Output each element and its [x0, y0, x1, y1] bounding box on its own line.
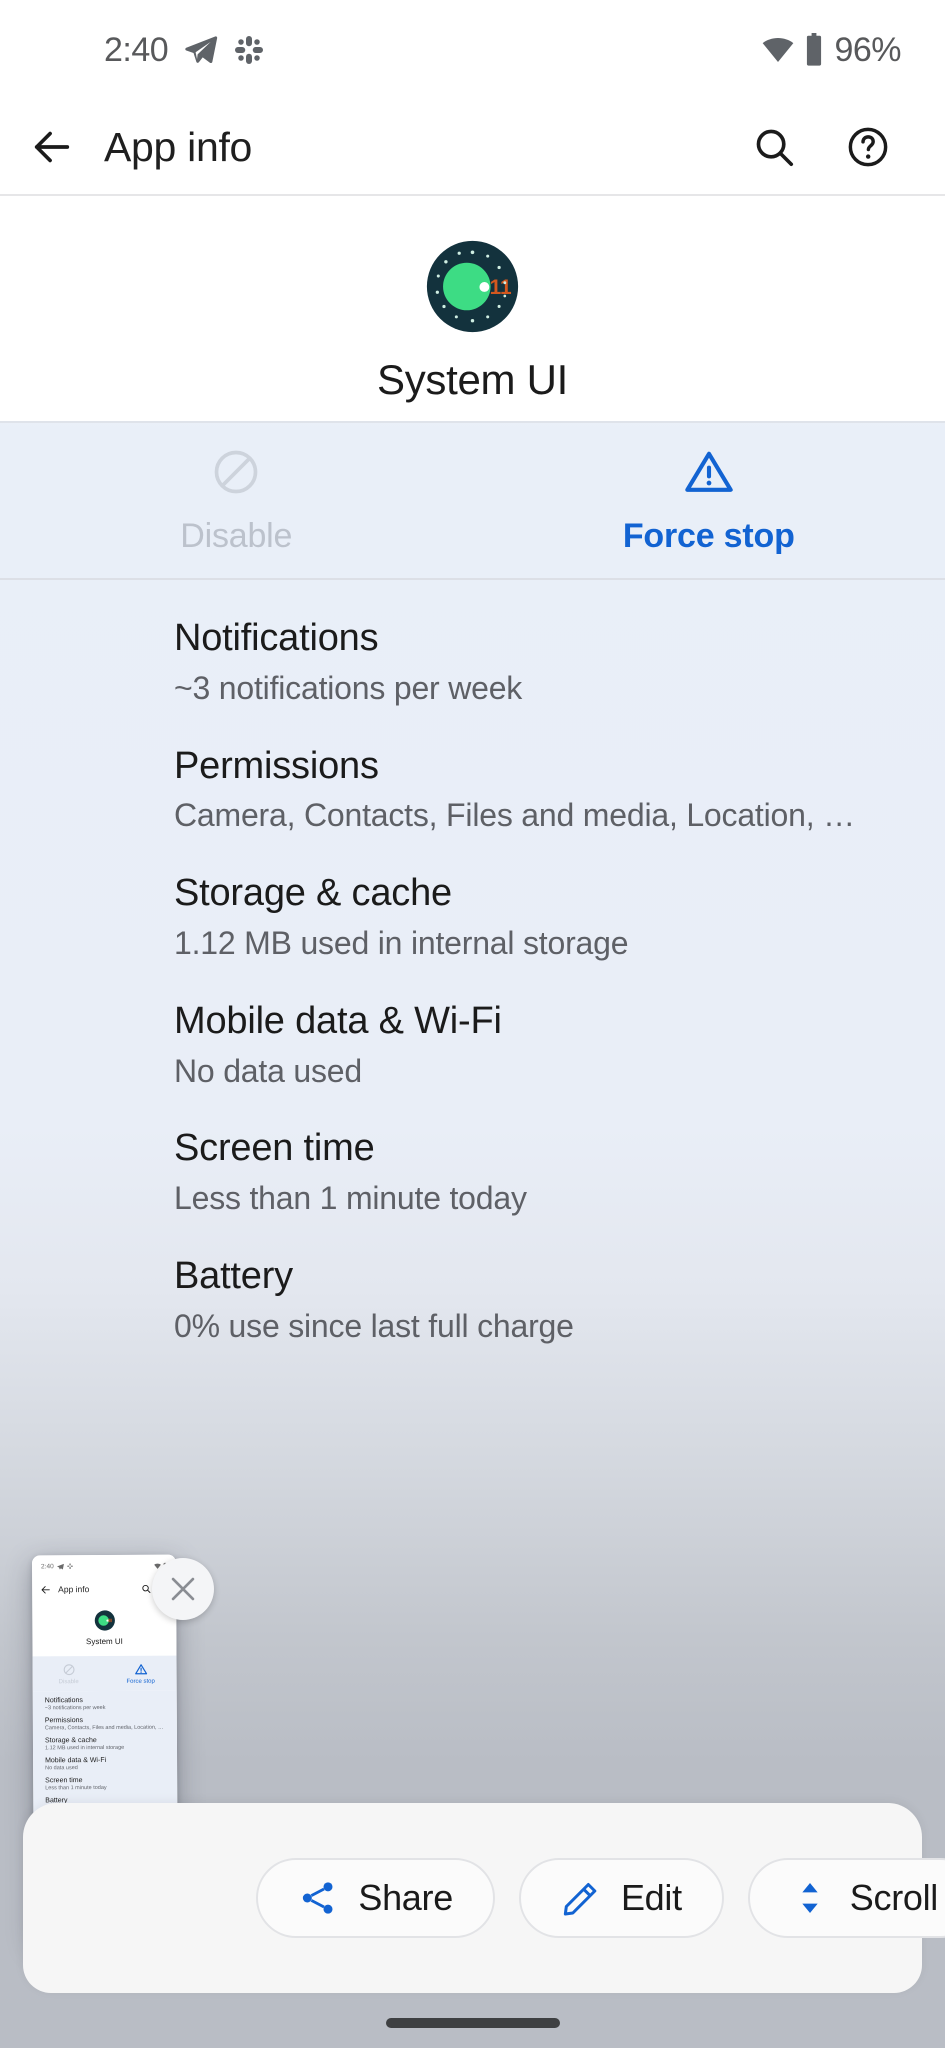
preview-list-item: Notifications ~3 notifications per week [33, 1691, 177, 1712]
list-item-title: Battery [174, 1254, 293, 1297]
back-arrow-icon [34, 131, 70, 163]
slack-icon [66, 1563, 73, 1569]
disable-button[interactable]: Disable [0, 423, 473, 578]
list-item-title: Screen time [174, 1127, 375, 1170]
nav-bar-handle[interactable] [385, 2018, 560, 2028]
list-item-title: Mobile data & Wi-Fi [174, 999, 502, 1042]
screenshot-action-sheet: Share Edit Scroll [23, 1803, 945, 1993]
share-icon [303, 1882, 333, 1914]
telegram-icon [56, 1563, 64, 1569]
page-title: App info [104, 123, 253, 170]
list-item-permissions[interactable]: Permissions Camera, Contacts, Files and … [0, 708, 945, 836]
android-11-app-icon [94, 1610, 115, 1631]
list-item-title: Permissions [174, 744, 379, 787]
list-item-notifications[interactable]: Notifications ~3 notifications per week [0, 580, 945, 708]
preview-app-name: System UI [85, 1636, 123, 1647]
scroll-label: Scroll [849, 1877, 939, 1918]
list-item-title: Notifications [174, 617, 379, 659]
list-item-storage-cache[interactable]: Storage & cache 1.12 MB used in internal… [0, 835, 945, 963]
preview-status-left: 2:40 [41, 1563, 73, 1570]
warning-triangle-icon [685, 451, 733, 492]
scroll-button[interactable]: Scroll [747, 1858, 945, 1938]
list-item-mobile-data-wifi[interactable]: Mobile data & Wi-Fi No data used [0, 963, 945, 1091]
list-item-battery[interactable]: Battery 0% use since last full charge [0, 1218, 945, 1346]
app-settings-list: Notifications ~3 notifications per week … [0, 580, 945, 1345]
preview-list-item-title: Mobile data & Wi-Fi [45, 1756, 107, 1765]
preview-app-header: System UI [32, 1600, 177, 1657]
preview-disable-label: Disable [58, 1679, 79, 1686]
back-button[interactable] [0, 124, 104, 170]
wifi-icon [762, 34, 794, 66]
preview-list-item: Screen time Less than 1 minute today [33, 1771, 177, 1792]
phone-screen: 2:40 96% App info 11 System UI Disable F… [0, 0, 945, 2048]
share-button[interactable]: Share [256, 1858, 495, 1938]
telegram-icon [184, 33, 218, 67]
preview-list-item: Storage & cache 1.12 MB used in internal… [33, 1731, 177, 1752]
preview-list-item-title: Notifications [44, 1697, 83, 1705]
status-bar-right: 96% [762, 31, 901, 70]
list-item-subtitle: Less than 1 minute today [174, 1180, 527, 1217]
search-icon[interactable] [751, 124, 797, 170]
close-icon [171, 1577, 195, 1601]
list-item-subtitle: ~3 notifications per week [174, 669, 523, 706]
preview-list-item: Mobile data & Wi-Fi No data used [33, 1751, 177, 1772]
svg-text:11: 11 [490, 276, 512, 299]
preview-page-title: App info [58, 1584, 90, 1595]
preview-force-stop-label: Force stop [126, 1678, 155, 1685]
force-stop-label: Force stop [622, 516, 795, 555]
list-item-screen-time[interactable]: Screen time Less than 1 minute today [0, 1090, 945, 1218]
app-bar: App info [0, 100, 945, 194]
list-item-subtitle: 0% use since last full charge [174, 1307, 574, 1344]
battery-percent-label: 96% [834, 30, 901, 69]
edit-button[interactable]: Edit [518, 1858, 724, 1938]
preview-disable-button: Disable [33, 1663, 105, 1685]
disable-icon [63, 1664, 75, 1676]
app-name: System UI [377, 356, 568, 403]
pencil-icon [563, 1883, 597, 1916]
list-item-subtitle: 1.12 MB used in internal storage [174, 924, 629, 961]
battery-icon [804, 33, 824, 67]
close-preview-button[interactable] [152, 1558, 214, 1620]
preview-list-item-title: Screen time [45, 1777, 83, 1785]
app-header: 11 System UI [0, 196, 945, 421]
preview-list-item-title: Storage & cache [44, 1737, 97, 1745]
warning-triangle-icon [134, 1664, 147, 1675]
preview-list-item-subtitle: Camera, Contacts, Files and media, Locat… [44, 1724, 164, 1732]
status-bar-clock: 2:40 [104, 30, 169, 69]
disable-label: Disable [180, 516, 293, 555]
disable-icon [214, 450, 258, 493]
list-item-subtitle: Camera, Contacts, Files and media, Locat… [174, 797, 855, 834]
status-bar-left: 2:40 [30, 31, 264, 70]
help-icon[interactable] [845, 124, 891, 170]
up-down-arrows-icon [802, 1883, 818, 1913]
preview-action-row: Disable Force stop [32, 1655, 177, 1692]
app-action-row: Disable Force stop [0, 423, 945, 578]
edit-label: Edit [620, 1877, 682, 1918]
slack-icon [234, 35, 264, 65]
preview-list-item-title: Permissions [44, 1717, 84, 1725]
force-stop-button[interactable]: Force stop [473, 423, 945, 578]
preview-list-item: Permissions Camera, Contacts, Files and … [33, 1711, 177, 1732]
share-label: Share [358, 1877, 453, 1918]
list-item-title: Storage & cache [174, 872, 452, 915]
app-bar-actions [751, 124, 945, 170]
android-11-app-icon: 11 [426, 240, 519, 333]
preview-clock: 2:40 [41, 1562, 54, 1570]
back-arrow-icon [41, 1585, 50, 1593]
preview-force-stop-button: Force stop [105, 1663, 177, 1685]
list-item-subtitle: No data used [174, 1052, 362, 1089]
status-bar: 2:40 96% [0, 0, 945, 100]
search-icon [142, 1584, 151, 1593]
